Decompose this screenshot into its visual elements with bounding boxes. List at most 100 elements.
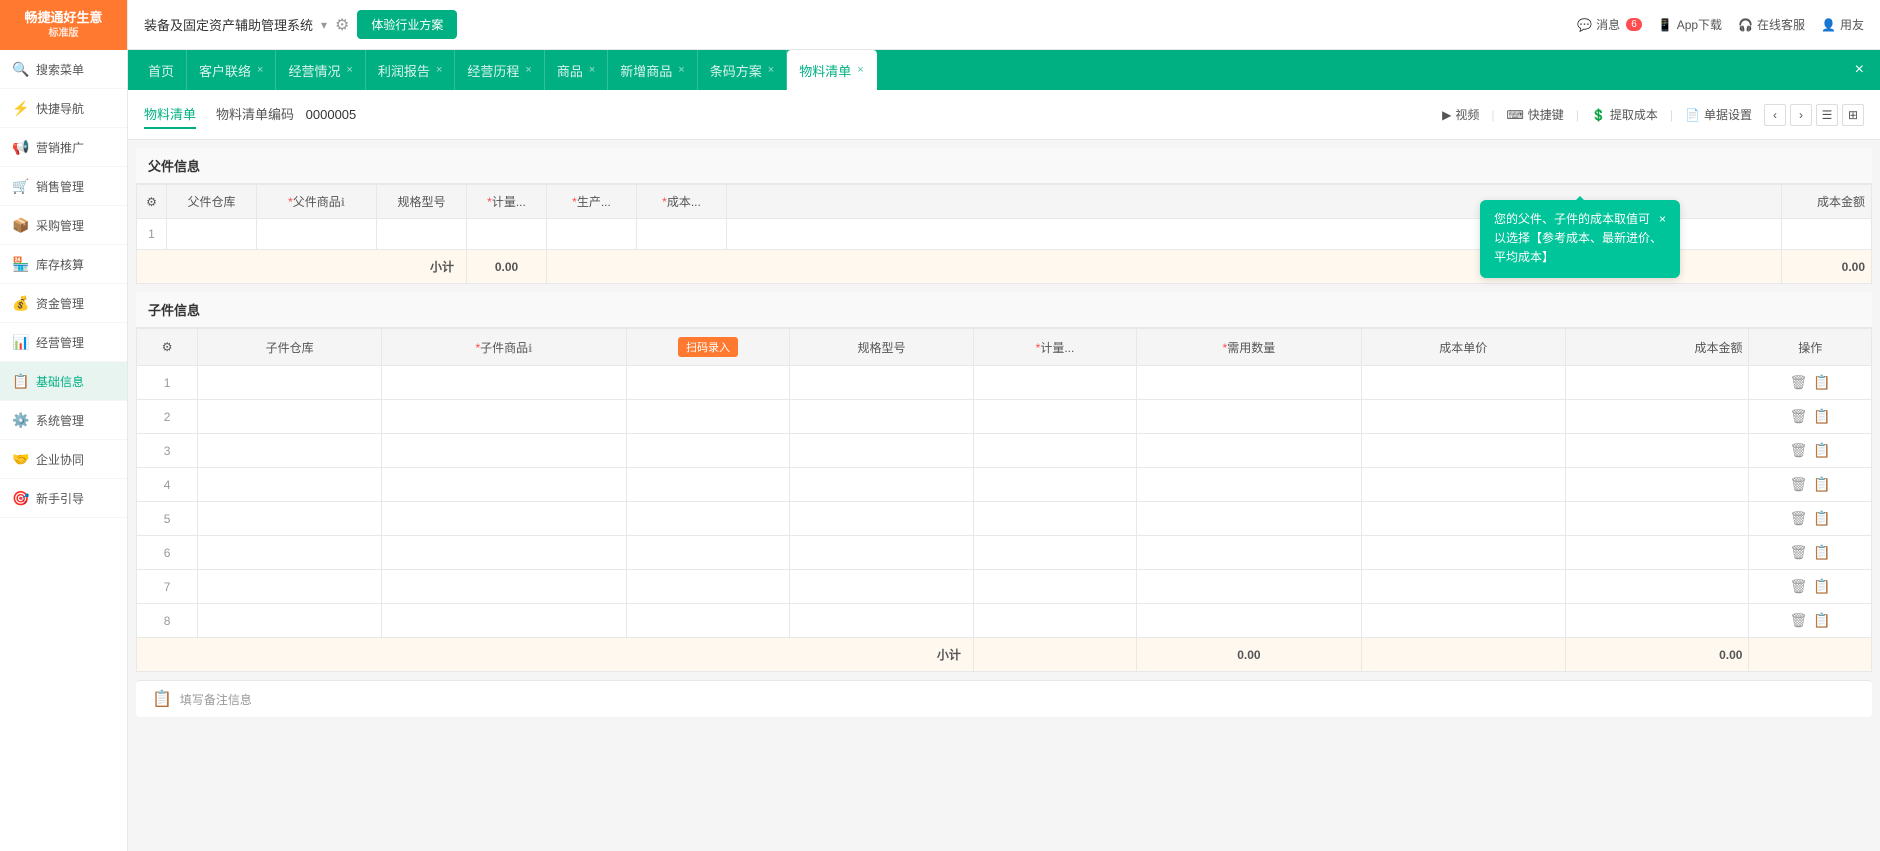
child-unit-cell[interactable] (973, 400, 1136, 434)
close-icon[interactable]: × (346, 64, 352, 76)
shortcut-action[interactable]: ⌨ 快捷键 (1506, 106, 1563, 123)
delete-icon[interactable]: 🗑 (1790, 408, 1808, 425)
child-spec-cell[interactable] (790, 366, 974, 400)
child-qty-cell[interactable] (1137, 502, 1362, 536)
copy-icon[interactable]: 📋 (1813, 612, 1830, 629)
child-unit-price-cell[interactable] (1361, 570, 1565, 604)
topbar-settings-icon[interactable]: ⚙ (335, 15, 349, 35)
sidebar-item-quicknav[interactable]: ⚡ 快捷导航 (0, 89, 127, 128)
child-unit-cell[interactable] (973, 502, 1136, 536)
child-qty-cell[interactable] (1137, 570, 1362, 604)
sidebar-item-purchase[interactable]: 📦 采购管理 (0, 206, 127, 245)
tab-customer[interactable]: 客户联络× (187, 50, 276, 90)
child-unit-price-cell[interactable] (1361, 468, 1565, 502)
child-unit-cell[interactable] (973, 366, 1136, 400)
service-btn[interactable]: 🎧 在线客服 (1738, 16, 1805, 33)
sidebar-item-sales[interactable]: 🛒 销售管理 (0, 167, 127, 206)
child-spec-cell[interactable] (790, 434, 974, 468)
child-qty-cell[interactable] (1137, 468, 1362, 502)
parent-cost-cell[interactable] (637, 219, 727, 250)
child-col-scan[interactable]: 扫码录入 (626, 329, 789, 366)
close-icon[interactable]: × (589, 64, 595, 76)
child-product-cell[interactable] (381, 468, 626, 502)
child-unit-cell[interactable] (973, 468, 1136, 502)
experience-btn[interactable]: 体验行业方案 (357, 10, 457, 39)
child-unit-price-cell[interactable] (1361, 536, 1565, 570)
child-unit-price-cell[interactable] (1361, 502, 1565, 536)
sidebar-item-marketing[interactable]: 📢 营销推广 (0, 128, 127, 167)
child-unit-cell[interactable] (973, 604, 1136, 638)
sidebar-item-search[interactable]: 🔍 搜索菜单 (0, 50, 127, 89)
parent-unit-cell[interactable] (467, 219, 547, 250)
child-qty-cell[interactable] (1137, 366, 1362, 400)
copy-icon[interactable]: 📋 (1813, 408, 1830, 425)
sidebar-item-operations[interactable]: 📊 经营管理 (0, 323, 127, 362)
tab-business[interactable]: 经营情况× (276, 50, 365, 90)
child-qty-cell[interactable] (1137, 434, 1362, 468)
child-qty-cell[interactable] (1137, 536, 1362, 570)
child-warehouse-cell[interactable] (198, 468, 382, 502)
user-btn[interactable]: 👤 用友 (1821, 16, 1864, 33)
copy-icon[interactable]: 📋 (1813, 374, 1830, 391)
child-col-setting[interactable]: ⚙ (137, 329, 198, 366)
app-download-btn[interactable]: 📱 App下载 (1658, 16, 1722, 33)
child-qty-cell[interactable] (1137, 400, 1362, 434)
tab-home[interactable]: 首页 (136, 50, 187, 90)
parent-warehouse-cell[interactable] (167, 219, 257, 250)
tab-goods[interactable]: 商品× (545, 50, 608, 90)
child-unit-price-cell[interactable] (1361, 400, 1565, 434)
tab-barcode[interactable]: 条码方案× (698, 50, 787, 90)
close-icon[interactable]: × (525, 64, 531, 76)
child-spec-cell[interactable] (790, 502, 974, 536)
close-icon[interactable]: × (857, 64, 863, 76)
tab-history[interactable]: 经营历程× (455, 50, 544, 90)
view-action[interactable]: ▶ 视频 (1442, 106, 1479, 123)
sidebar-item-basic[interactable]: 📋 基础信息 (0, 362, 127, 401)
child-unit-price-cell[interactable] (1361, 604, 1565, 638)
child-warehouse-cell[interactable] (198, 604, 382, 638)
nav-close-all-btn[interactable]: × (1847, 61, 1872, 79)
child-unit-price-cell[interactable] (1361, 366, 1565, 400)
child-warehouse-cell[interactable] (198, 502, 382, 536)
child-warehouse-cell[interactable] (198, 366, 382, 400)
sidebar-item-system[interactable]: ⚙️ 系统管理 (0, 401, 127, 440)
tooltip-close-btn[interactable]: × (1659, 210, 1666, 229)
tab-bom[interactable]: 物料清单× (787, 50, 876, 90)
sidebar-item-finance[interactable]: 💰 资金管理 (0, 284, 127, 323)
copy-icon[interactable]: 📋 (1813, 510, 1830, 527)
copy-icon[interactable]: 📋 (1813, 578, 1830, 595)
delete-icon[interactable]: 🗑 (1790, 476, 1808, 493)
child-warehouse-cell[interactable] (198, 400, 382, 434)
child-product-cell[interactable] (381, 366, 626, 400)
delete-icon[interactable]: 🗑 (1790, 612, 1808, 629)
child-spec-cell[interactable] (790, 468, 974, 502)
scan-btn[interactable]: 扫码录入 (678, 337, 738, 357)
parent-col-setting[interactable]: ⚙ (137, 185, 167, 219)
parent-spec-cell[interactable] (377, 219, 467, 250)
child-qty-cell[interactable] (1137, 604, 1362, 638)
next-btn[interactable]: › (1790, 104, 1812, 126)
child-spec-cell[interactable] (790, 400, 974, 434)
delete-icon[interactable]: 🗑 (1790, 442, 1808, 459)
parent-product-cell[interactable] (257, 219, 377, 250)
tab-profit[interactable]: 利润报告× (366, 50, 455, 90)
child-product-cell[interactable] (381, 434, 626, 468)
child-spec-cell[interactable] (790, 536, 974, 570)
child-warehouse-cell[interactable] (198, 570, 382, 604)
delete-icon[interactable]: 🗑 (1790, 578, 1808, 595)
child-unit-cell[interactable] (973, 536, 1136, 570)
sidebar-item-collab[interactable]: 🤝 企业协同 (0, 440, 127, 479)
sidebar-item-guide[interactable]: 🎯 新手引导 (0, 479, 127, 518)
child-product-cell[interactable] (381, 400, 626, 434)
settings-action[interactable]: 📄 单据设置 (1685, 106, 1752, 123)
copy-icon[interactable]: 📋 (1813, 476, 1830, 493)
child-product-cell[interactable] (381, 604, 626, 638)
copy-icon[interactable]: 📋 (1813, 544, 1830, 561)
tab-new-goods[interactable]: 新增商品× (608, 50, 697, 90)
message-btn[interactable]: 💬 消息 6 (1577, 16, 1642, 33)
delete-icon[interactable]: 🗑 (1790, 374, 1808, 391)
child-product-cell[interactable] (381, 570, 626, 604)
child-warehouse-cell[interactable] (198, 536, 382, 570)
sidebar-item-inventory[interactable]: 🏪 库存核算 (0, 245, 127, 284)
grid-view-btn[interactable]: ☰ (1816, 104, 1838, 126)
